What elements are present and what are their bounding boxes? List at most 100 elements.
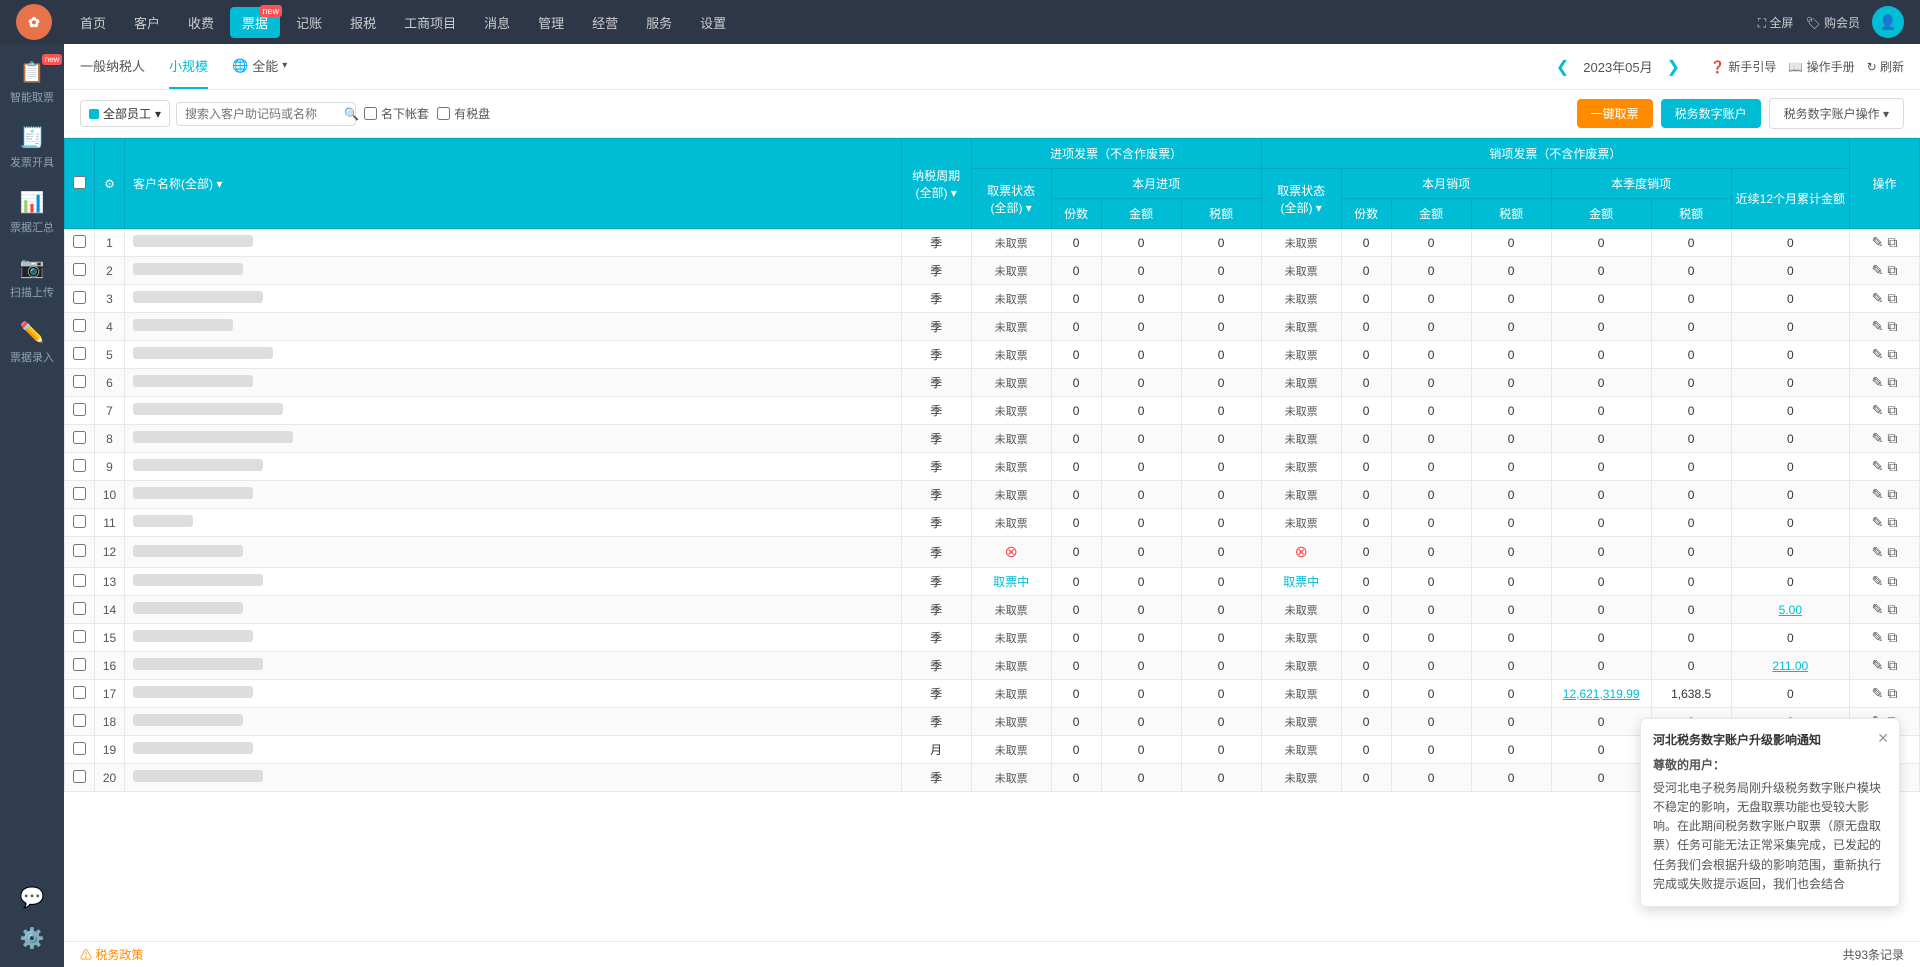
row-checkbox[interactable] <box>73 574 86 587</box>
copy-icon[interactable]: ⧉ <box>1887 290 1897 307</box>
sidebar-item-summary[interactable]: 📊 票据汇总 <box>4 182 60 243</box>
nav-fee[interactable]: 收费 <box>176 7 226 38</box>
nav-message[interactable]: 消息 <box>472 7 522 38</box>
sidebar-item-config[interactable]: ⚙️ <box>4 918 60 959</box>
copy-icon[interactable]: ⧉ <box>1887 573 1897 590</box>
checkbox-tax-disk[interactable]: 有税盘 <box>437 105 490 122</box>
sidebar-item-open-invoice[interactable]: 🧾 发票开具 <box>4 117 60 178</box>
row-checkbox[interactable] <box>73 544 86 557</box>
copy-icon[interactable]: ⧉ <box>1887 685 1897 702</box>
edit-icon[interactable]: ✎ <box>1872 486 1884 503</box>
copy-icon[interactable]: ⧉ <box>1887 346 1897 363</box>
edit-icon[interactable]: ✎ <box>1872 573 1884 590</box>
nav-customer[interactable]: 客户 <box>122 7 172 38</box>
copy-icon[interactable]: ⧉ <box>1887 486 1897 503</box>
copy-icon[interactable]: ⧉ <box>1887 262 1897 279</box>
copy-icon[interactable]: ⧉ <box>1887 514 1897 531</box>
nav-bookkeeping[interactable]: 记账 <box>284 7 334 38</box>
popup-close-btn[interactable]: ✕ <box>1877 727 1889 749</box>
nav-operation[interactable]: 经营 <box>580 7 630 38</box>
membership-btn[interactable]: 🏷 购会员 <box>1805 14 1860 31</box>
new-guide-btn[interactable]: ❓ 新手引导 <box>1710 58 1776 75</box>
row-checkbox[interactable] <box>73 487 86 500</box>
tab-small-scale[interactable]: 小规模 <box>169 44 208 89</box>
nav-home[interactable]: 首页 <box>68 7 118 38</box>
copy-icon[interactable]: ⧉ <box>1887 458 1897 475</box>
nav-settings[interactable]: 设置 <box>688 7 738 38</box>
refresh-btn[interactable]: ↻ 刷新 <box>1867 58 1904 75</box>
search-box[interactable]: 🔍 <box>176 102 356 126</box>
copy-icon[interactable]: ⧉ <box>1887 601 1897 618</box>
edit-icon[interactable]: ✎ <box>1872 514 1884 531</box>
nav-tax[interactable]: 报税 <box>338 7 388 38</box>
copy-icon[interactable]: ⧉ <box>1887 430 1897 447</box>
prev-month-btn[interactable]: ❮ <box>1550 55 1575 79</box>
row-checkbox[interactable] <box>73 347 86 360</box>
select-all-checkbox[interactable] <box>73 176 86 189</box>
edit-icon[interactable]: ✎ <box>1872 601 1884 618</box>
row-checkbox[interactable] <box>73 742 86 755</box>
edit-icon[interactable]: ✎ <box>1872 430 1884 447</box>
next-month-btn[interactable]: ❯ <box>1661 55 1686 79</box>
row-checkbox[interactable] <box>73 658 86 671</box>
row-checkbox[interactable] <box>73 515 86 528</box>
edit-icon[interactable]: ✎ <box>1872 629 1884 646</box>
edit-icon[interactable]: ✎ <box>1872 346 1884 363</box>
row-checkbox[interactable] <box>73 235 86 248</box>
edit-icon[interactable]: ✎ <box>1872 262 1884 279</box>
sidebar-item-entry[interactable]: ✏️ 票据录入 <box>4 312 60 373</box>
tab-general-taxpayer[interactable]: 一般纳税人 <box>80 44 145 89</box>
row-checkbox[interactable] <box>73 459 86 472</box>
row-checkbox[interactable] <box>73 630 86 643</box>
row-checkbox[interactable] <box>73 375 86 388</box>
fullscreen-btn[interactable]: ⛶ 全屏 <box>1758 14 1794 31</box>
sidebar-item-feedback[interactable]: 💬 <box>4 877 60 918</box>
edit-icon[interactable]: ✎ <box>1872 290 1884 307</box>
user-avatar[interactable]: 👤 <box>1872 6 1904 38</box>
edit-icon[interactable]: ✎ <box>1872 234 1884 251</box>
row-checkbox[interactable] <box>73 319 86 332</box>
search-input[interactable] <box>185 107 340 121</box>
nav-service[interactable]: 服务 <box>634 7 684 38</box>
row-checkbox[interactable] <box>73 431 86 444</box>
edit-icon[interactable]: ✎ <box>1872 685 1884 702</box>
copy-icon[interactable]: ⧉ <box>1887 318 1897 335</box>
row-checkbox[interactable] <box>73 263 86 276</box>
edit-icon[interactable]: ✎ <box>1872 374 1884 391</box>
manual-btn[interactable]: 📖 操作手册 <box>1788 58 1854 75</box>
checkbox-account[interactable]: 名下帐套 <box>364 105 429 122</box>
edit-icon[interactable]: ✎ <box>1872 402 1884 419</box>
row-checkbox[interactable] <box>73 602 86 615</box>
copy-icon[interactable]: ⧉ <box>1887 629 1897 646</box>
nav-invoice[interactable]: 票据 new <box>230 7 280 38</box>
row-checkbox[interactable] <box>73 403 86 416</box>
year-amount-link[interactable]: 211.00 <box>1772 659 1808 673</box>
edit-icon[interactable]: ✎ <box>1872 544 1884 561</box>
q-amount-link[interactable]: 12,621,319.99 <box>1563 687 1640 701</box>
year-amount-link[interactable]: 5.00 <box>1779 603 1802 617</box>
tax-disk-checkbox[interactable] <box>437 107 450 120</box>
copy-icon[interactable]: ⧉ <box>1887 657 1897 674</box>
tax-digital-btn[interactable]: 税务数字账户 <box>1661 99 1761 128</box>
row-checkbox[interactable] <box>73 291 86 304</box>
edit-icon[interactable]: ✎ <box>1872 458 1884 475</box>
nav-business[interactable]: 工商项目 <box>392 7 468 38</box>
sidebar-item-scan[interactable]: 📷 扫描上传 <box>4 247 60 308</box>
tax-policy-link[interactable]: ⚠ 税务政策 <box>80 946 143 963</box>
row-checkbox[interactable] <box>73 714 86 727</box>
edit-icon[interactable]: ✎ <box>1872 657 1884 674</box>
tax-ops-btn[interactable]: 税务数字账户操作 ▾ <box>1769 98 1904 129</box>
search-icon[interactable]: 🔍 <box>344 107 359 121</box>
edit-icon[interactable]: ✎ <box>1872 318 1884 335</box>
nav-management[interactable]: 管理 <box>526 7 576 38</box>
tab-all[interactable]: 🌐全能 ▾ <box>232 44 287 89</box>
sidebar-item-smart-invoice[interactable]: 📋 new 智能取票 <box>4 52 60 113</box>
copy-icon[interactable]: ⧉ <box>1887 234 1897 251</box>
account-checkbox[interactable] <box>364 107 377 120</box>
row-checkbox[interactable] <box>73 770 86 783</box>
copy-icon[interactable]: ⧉ <box>1887 374 1897 391</box>
copy-icon[interactable]: ⧉ <box>1887 402 1897 419</box>
row-checkbox[interactable] <box>73 686 86 699</box>
employee-select[interactable]: 全部员工 ▾ <box>80 100 170 127</box>
one-key-btn[interactable]: 一键取票 <box>1577 99 1653 128</box>
